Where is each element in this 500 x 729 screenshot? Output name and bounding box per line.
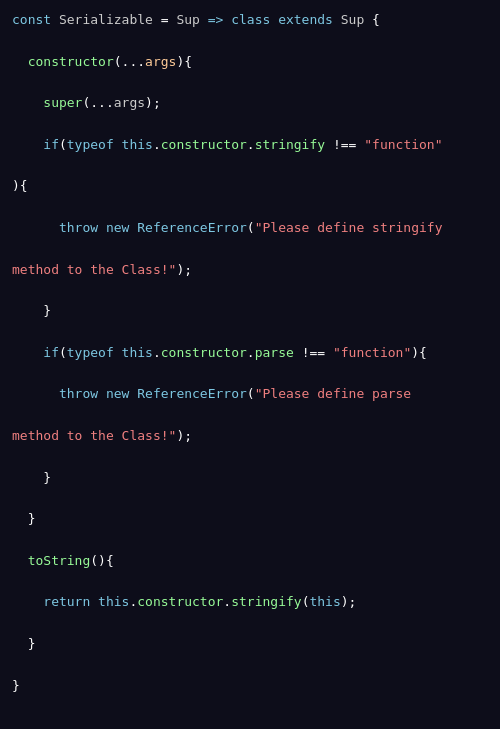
line-15: return this.constructor.stringify(this); — [12, 592, 488, 613]
line-14: toString(){ — [12, 551, 488, 572]
line-4: if(typeof this.constructor.stringify !==… — [12, 135, 488, 156]
line-18 — [12, 717, 488, 729]
line-11: method to the Class!"); — [12, 426, 488, 447]
line-2: constructor(...args){ — [12, 52, 488, 73]
line-12: } — [12, 468, 488, 489]
line-16: } — [12, 634, 488, 655]
line-13: } — [12, 509, 488, 530]
line-3: super(...args); — [12, 93, 488, 114]
line-5: ){ — [12, 176, 488, 197]
line-9: if(typeof this.constructor.parse !== "fu… — [12, 343, 488, 364]
line-7: method to the Class!"); — [12, 260, 488, 281]
code-block: const Serializable = Sup => class extend… — [12, 10, 488, 729]
line-1: const Serializable = Sup => class extend… — [12, 10, 488, 31]
line-6: throw new ReferenceError("Please define … — [12, 218, 488, 239]
line-17: } — [12, 676, 488, 697]
line-10: throw new ReferenceError("Please define … — [12, 384, 488, 405]
line-8: } — [12, 301, 488, 322]
code-editor: const Serializable = Sup => class extend… — [0, 0, 500, 729]
